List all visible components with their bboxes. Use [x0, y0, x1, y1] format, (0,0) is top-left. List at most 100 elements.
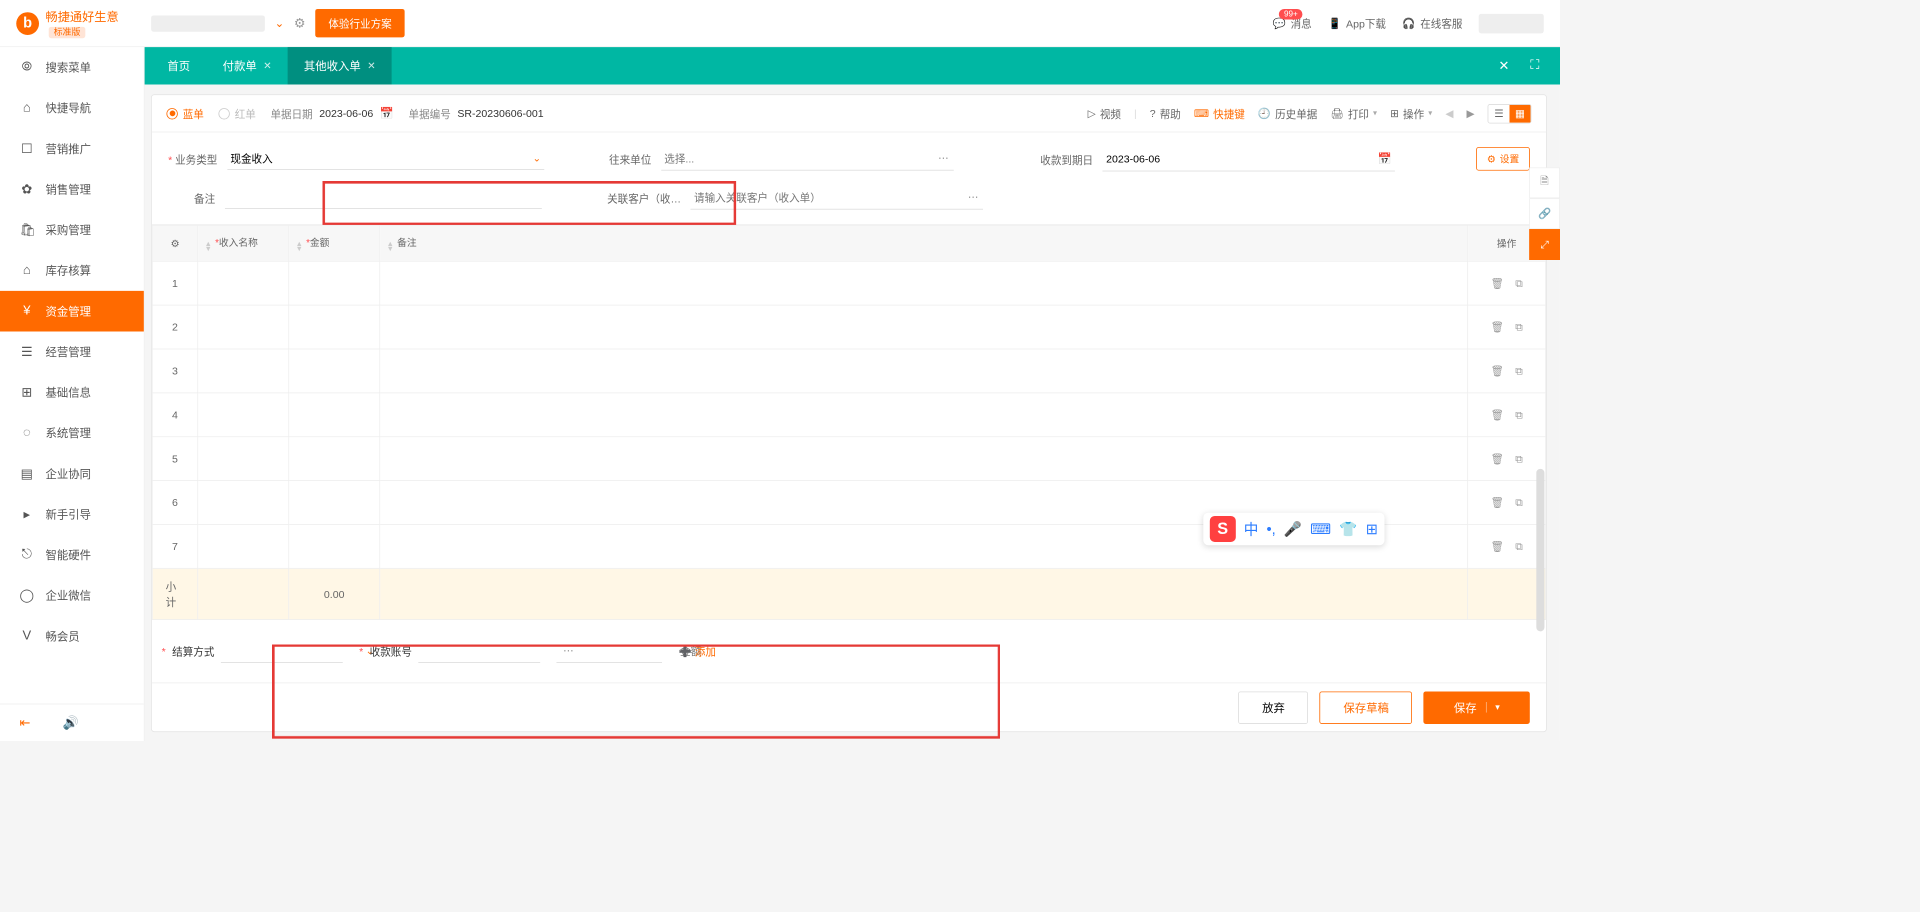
support-button[interactable]: 🎧 在线客服	[1402, 15, 1462, 30]
table-row[interactable]: 1🗑⧉	[152, 261, 1545, 305]
biz-type-select[interactable]: ⌄	[227, 147, 544, 170]
print-button[interactable]: 🖨打印▾	[1330, 106, 1377, 121]
sidebar-item-0[interactable]: ⦾搜索菜单	[0, 47, 144, 88]
calendar-icon[interactable]: 📅	[1378, 152, 1392, 166]
delete-row-button[interactable]: 🗑	[1491, 496, 1504, 509]
delete-row-button[interactable]: 🗑	[1491, 408, 1504, 421]
sidebar-item-8[interactable]: ⊞基础信息	[0, 372, 144, 413]
gear-icon[interactable]: ⚙	[294, 15, 306, 31]
remark-input[interactable]	[228, 191, 538, 203]
close-icon[interactable]: ✕	[367, 60, 375, 71]
remark-input-wrap[interactable]	[225, 186, 542, 209]
biz-type-input[interactable]	[231, 152, 533, 164]
history-button[interactable]: 🕘历史单据	[1258, 106, 1317, 121]
prev-button[interactable]: ◀	[1445, 107, 1453, 120]
copy-row-button[interactable]: ⧉	[1515, 540, 1523, 553]
sidebar-item-14[interactable]: V畅会员	[0, 616, 144, 657]
delete-row-button[interactable]: 🗑	[1491, 364, 1504, 377]
sidebar-item-2[interactable]: ☐营销推广	[0, 128, 144, 169]
headset-icon: 🎧	[1402, 17, 1415, 30]
save-draft-button[interactable]: 保存草稿	[1320, 691, 1413, 724]
rail-expand-button[interactable]: ⤢	[1529, 229, 1560, 260]
table-config-button[interactable]: ⚙	[152, 225, 198, 261]
sidebar-item-13[interactable]: ◯企业微信	[0, 575, 144, 616]
help-button[interactable]: ?帮助	[1150, 106, 1181, 121]
sidebar-item-5[interactable]: ⌂库存核算	[0, 250, 144, 291]
tab-1[interactable]: 付款单✕	[206, 47, 287, 84]
copy-row-button[interactable]: ⧉	[1515, 496, 1523, 509]
more-icon[interactable]: ⋯	[938, 152, 950, 165]
calendar-icon[interactable]: 📅	[380, 106, 394, 120]
delete-row-button[interactable]: 🗑	[1491, 452, 1504, 465]
copy-row-button[interactable]: ⧉	[1515, 277, 1523, 290]
party-input[interactable]	[664, 152, 938, 164]
add-payment-button[interactable]: ➕添加	[679, 644, 717, 659]
user-avatar[interactable]	[1479, 13, 1544, 33]
view-list-button[interactable]: ☰	[1489, 104, 1510, 122]
next-button[interactable]: ▶	[1467, 107, 1475, 120]
sidebar-item-4[interactable]: 🛍采购管理	[0, 210, 144, 251]
ime-toolbar[interactable]: S 中 •, 🎤 ⌨ 👕 ⊞	[1203, 513, 1384, 546]
copy-row-button[interactable]: ⧉	[1515, 408, 1523, 421]
ime-skin-icon[interactable]: 👕	[1339, 520, 1357, 537]
sidebar-item-6[interactable]: ¥资金管理	[0, 291, 144, 332]
col-amount[interactable]: ▲▼*金额	[289, 225, 380, 261]
table-row[interactable]: 3🗑⧉	[152, 349, 1545, 393]
collapse-sidebar-button[interactable]: ⇤	[20, 715, 31, 731]
delete-row-button[interactable]: 🗑	[1491, 540, 1504, 553]
rel-customer-select[interactable]: ⋯	[691, 186, 984, 210]
rail-attach-button[interactable]: 🔗	[1529, 198, 1560, 229]
close-icon[interactable]: ✕	[263, 60, 271, 71]
app-download-button[interactable]: 📱 App下载	[1328, 15, 1386, 30]
messages-button[interactable]: 💬 消息 99+	[1273, 15, 1312, 30]
try-plan-button[interactable]: 体验行业方案	[315, 9, 404, 37]
tab-0[interactable]: 首页	[151, 47, 206, 84]
close-tab-button[interactable]: ✕	[1492, 54, 1516, 78]
sound-button[interactable]: 🔊	[63, 715, 79, 731]
tab-2[interactable]: 其他收入单✕	[288, 47, 392, 84]
sidebar-item-9[interactable]: ◌系统管理	[0, 413, 144, 454]
more-icon[interactable]: ⋯	[968, 191, 980, 204]
sidebar-item-11[interactable]: ▸新手引导	[0, 494, 144, 535]
amount-input-wrap[interactable]	[557, 640, 663, 663]
hotkey-button[interactable]: ⌨快捷键	[1194, 106, 1245, 121]
ime-tool-icon[interactable]: ⊞	[1366, 520, 1378, 537]
ime-punct-icon[interactable]: •,	[1266, 520, 1275, 537]
copy-row-button[interactable]: ⧉	[1515, 321, 1523, 334]
account-select[interactable]: ⋯	[419, 639, 541, 663]
sidebar-item-12[interactable]: ⎋智能硬件	[0, 535, 144, 576]
radio-red[interactable]: 红单	[219, 106, 256, 121]
sidebar-item-1[interactable]: ⌂快捷导航	[0, 88, 144, 129]
col-income-name[interactable]: ▲▼*收入名称	[198, 225, 289, 261]
radio-blue[interactable]: 蓝单	[167, 106, 204, 121]
settings-button[interactable]: ⚙设置	[1476, 147, 1529, 171]
sidebar-item-3[interactable]: ✿销售管理	[0, 169, 144, 210]
sidebar-item-10[interactable]: ▤企业协同	[0, 453, 144, 494]
due-date-input[interactable]: 📅	[1103, 147, 1396, 171]
company-selector[interactable]: ⌄ ⚙	[151, 15, 305, 31]
table-row[interactable]: 2🗑⧉	[152, 305, 1545, 349]
settle-method-select[interactable]: ⌄	[221, 640, 343, 663]
delete-row-button[interactable]: 🗑	[1491, 321, 1504, 334]
vertical-scrollbar[interactable]	[1536, 469, 1544, 632]
video-button[interactable]: ▷视频	[1088, 106, 1121, 121]
date-value[interactable]: 2023-06-06	[319, 107, 373, 119]
ime-mic-icon[interactable]: 🎤	[1284, 520, 1302, 537]
ime-keyboard-icon[interactable]: ⌨	[1310, 520, 1331, 537]
copy-row-button[interactable]: ⧉	[1515, 452, 1523, 465]
table-row[interactable]: 5🗑⧉	[152, 437, 1545, 481]
discard-button[interactable]: 放弃	[1239, 691, 1309, 724]
copy-row-button[interactable]: ⧉	[1515, 364, 1523, 377]
col-remark[interactable]: ▲▼备注	[380, 225, 1468, 261]
delete-row-button[interactable]: 🗑	[1491, 277, 1504, 290]
party-select[interactable]: ⋯	[661, 147, 954, 171]
view-card-button[interactable]: ▦	[1510, 104, 1531, 122]
save-button[interactable]: 保存	[1424, 691, 1530, 724]
fullscreen-button[interactable]: ⛶	[1523, 54, 1547, 78]
table-row[interactable]: 4🗑⧉	[152, 393, 1545, 437]
ops-button[interactable]: ⊞操作▾	[1390, 106, 1432, 121]
ime-lang[interactable]: 中	[1244, 518, 1259, 539]
sidebar-item-7[interactable]: ☰经营管理	[0, 332, 144, 373]
rail-notes-button[interactable]: 🗎	[1529, 167, 1560, 198]
rel-customer-input[interactable]	[694, 191, 968, 203]
